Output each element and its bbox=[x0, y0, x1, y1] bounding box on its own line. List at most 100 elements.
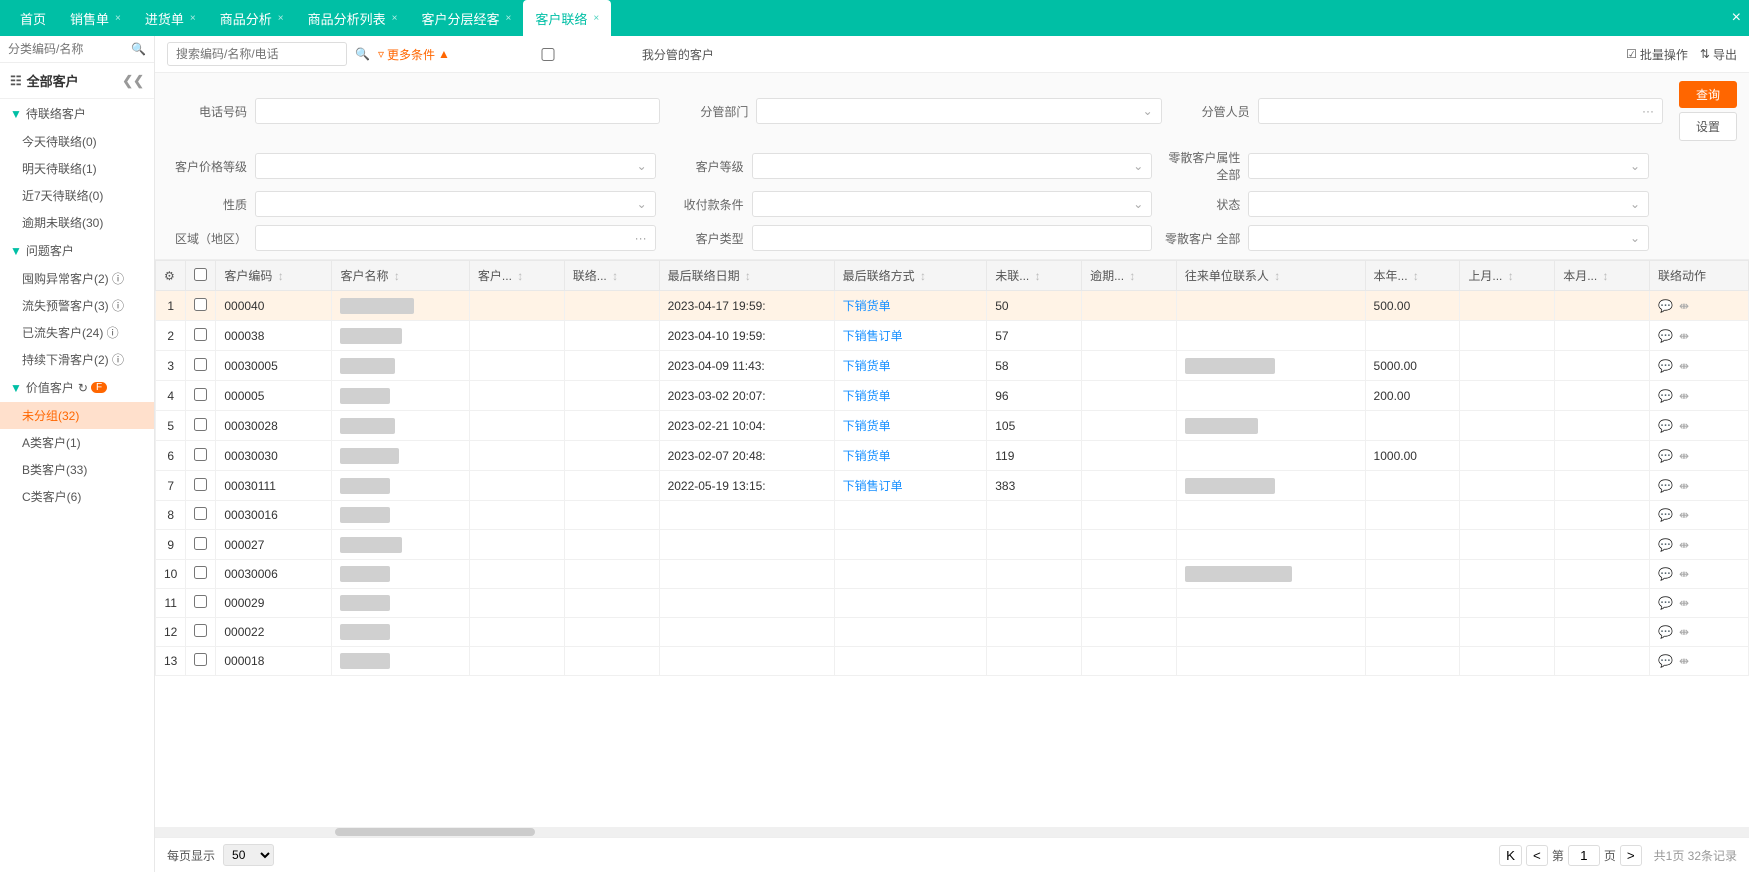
row-checkbox[interactable] bbox=[186, 381, 216, 411]
field-cust-level[interactable]: ⌄ bbox=[752, 153, 1153, 179]
row-select-checkbox[interactable] bbox=[194, 478, 207, 491]
sidebar-search-input[interactable] bbox=[8, 42, 127, 56]
row-select-checkbox[interactable] bbox=[194, 418, 207, 431]
field-phone[interactable] bbox=[255, 98, 660, 124]
next-page-button[interactable]: > bbox=[1620, 845, 1642, 866]
col-settings[interactable]: ⚙ bbox=[156, 261, 186, 291]
chat-icon[interactable]: 💬 bbox=[1658, 567, 1673, 581]
batch-operation-button[interactable]: ☑ 批量操作 bbox=[1626, 46, 1688, 63]
sidebar-all-customers[interactable]: ☷ 全部客户 ❮❮ bbox=[0, 63, 154, 99]
last-method-link[interactable]: 下销货单 bbox=[843, 449, 891, 463]
col-contact[interactable]: 联络... ↕ bbox=[564, 261, 659, 291]
grid-action-icon[interactable]: ⇼ bbox=[1679, 567, 1689, 581]
field-sparse-attr[interactable]: ⌄ bbox=[1248, 153, 1649, 179]
chat-icon[interactable]: 💬 bbox=[1658, 508, 1673, 522]
row-checkbox[interactable] bbox=[186, 618, 216, 647]
sidebar-item-tomorrow[interactable]: 明天待联络(1) bbox=[0, 155, 154, 182]
search-icon[interactable]: 🔍 bbox=[131, 42, 146, 56]
last-method-link[interactable]: 下销货单 bbox=[843, 389, 891, 403]
sidebar-item-today[interactable]: 今天待联络(0) bbox=[0, 128, 154, 155]
last-method-link[interactable]: 下销货单 bbox=[843, 359, 891, 373]
col-last-month[interactable]: 上月... ↕ bbox=[1460, 261, 1555, 291]
close-icon[interactable]: × bbox=[190, 13, 196, 24]
grid-action-icon[interactable]: ⇼ bbox=[1679, 419, 1689, 433]
row-select-checkbox[interactable] bbox=[194, 624, 207, 637]
field-nature[interactable]: ⌄ bbox=[255, 191, 656, 217]
row-checkbox[interactable] bbox=[186, 589, 216, 618]
query-button[interactable]: 查询 bbox=[1679, 81, 1737, 108]
chat-icon[interactable]: 💬 bbox=[1658, 389, 1673, 403]
field-sparse-cust[interactable]: ⌄ bbox=[1248, 225, 1649, 251]
last-method-link[interactable]: 下销售订单 bbox=[843, 479, 903, 493]
row-checkbox[interactable] bbox=[186, 441, 216, 471]
row-actions[interactable]: 💬 ⇼ bbox=[1650, 501, 1749, 530]
row-checkbox[interactable] bbox=[186, 321, 216, 351]
sidebar-item-warning[interactable]: 流失预警客户(3) ⓘ bbox=[0, 292, 154, 319]
search-button[interactable]: 🔍 bbox=[355, 47, 370, 61]
last-method-link[interactable]: 下销售订单 bbox=[843, 329, 903, 343]
select-all-checkbox[interactable] bbox=[194, 268, 207, 281]
row-select-checkbox[interactable] bbox=[194, 298, 207, 311]
row-checkbox[interactable] bbox=[186, 501, 216, 530]
last-method-link[interactable]: 下销货单 bbox=[843, 299, 891, 313]
close-icon[interactable]: × bbox=[278, 13, 284, 24]
chat-icon[interactable]: 💬 bbox=[1658, 449, 1673, 463]
chat-icon[interactable]: 💬 bbox=[1658, 359, 1673, 373]
nav-tab-customer-segment[interactable]: 客户分层经客 × bbox=[409, 0, 523, 36]
nav-home[interactable]: 首页 bbox=[8, 0, 58, 36]
grid-action-icon[interactable]: ⇼ bbox=[1679, 449, 1689, 463]
prev-page-button[interactable]: < bbox=[1526, 845, 1548, 866]
grid-action-icon[interactable]: ⇼ bbox=[1679, 508, 1689, 522]
export-button[interactable]: ⇅ 导出 bbox=[1700, 46, 1737, 63]
col-partner[interactable]: 往来单位联系人 ↕ bbox=[1176, 261, 1365, 291]
grid-action-icon[interactable]: ⇼ bbox=[1679, 299, 1689, 313]
field-region[interactable]: ··· bbox=[255, 225, 656, 251]
chat-icon[interactable]: 💬 bbox=[1658, 654, 1673, 668]
row-actions[interactable]: 💬 ⇼ bbox=[1650, 560, 1749, 589]
sidebar-group-problem[interactable]: ▼ 问题客户 bbox=[0, 236, 154, 265]
chat-icon[interactable]: 💬 bbox=[1658, 596, 1673, 610]
grid-action-icon[interactable]: ⇼ bbox=[1679, 389, 1689, 403]
close-icon[interactable]: × bbox=[392, 13, 398, 24]
search-input[interactable] bbox=[167, 42, 347, 66]
field-payment[interactable]: ⌄ bbox=[752, 191, 1153, 217]
my-customers-checkbox[interactable]: 我分管的客户 bbox=[458, 46, 714, 63]
field-status[interactable]: ⌄ bbox=[1248, 191, 1649, 217]
sidebar-group-value[interactable]: ▼ 价值客户 ↻ F bbox=[0, 373, 154, 402]
sidebar-item-class-a[interactable]: A类客户(1) bbox=[0, 429, 154, 456]
row-checkbox[interactable] bbox=[186, 471, 216, 501]
col-name[interactable]: 客户名称 ↕ bbox=[332, 261, 469, 291]
page-number-input[interactable] bbox=[1568, 845, 1600, 866]
col-not-contact[interactable]: 未联... ↕ bbox=[987, 261, 1082, 291]
row-select-checkbox[interactable] bbox=[194, 507, 207, 520]
first-page-button[interactable]: K bbox=[1499, 845, 1522, 866]
row-select-checkbox[interactable] bbox=[194, 566, 207, 579]
row-actions[interactable]: 💬 ⇼ bbox=[1650, 530, 1749, 560]
sidebar-item-class-b[interactable]: B类客户(33) bbox=[0, 456, 154, 483]
close-icon[interactable]: × bbox=[593, 13, 599, 24]
row-checkbox[interactable] bbox=[186, 291, 216, 321]
col-last-date[interactable]: 最后联络日期 ↕ bbox=[659, 261, 834, 291]
row-actions[interactable]: 💬 ⇼ bbox=[1650, 618, 1749, 647]
row-select-checkbox[interactable] bbox=[194, 595, 207, 608]
col-this-month[interactable]: 本月... ↕ bbox=[1555, 261, 1650, 291]
row-checkbox[interactable] bbox=[186, 411, 216, 441]
chat-icon[interactable]: 💬 bbox=[1658, 419, 1673, 433]
sidebar-item-lost[interactable]: 已流失客户(24) ⓘ bbox=[0, 319, 154, 346]
row-select-checkbox[interactable] bbox=[194, 358, 207, 371]
horizontal-scrollbar[interactable] bbox=[155, 827, 1749, 837]
sidebar-item-abnormal[interactable]: 囤购异常客户(2) ⓘ bbox=[0, 265, 154, 292]
row-checkbox[interactable] bbox=[186, 530, 216, 560]
row-actions[interactable]: 💬 ⇼ bbox=[1650, 471, 1749, 501]
row-actions[interactable]: 💬 ⇼ bbox=[1650, 647, 1749, 676]
col-overdue[interactable]: 逾期... ↕ bbox=[1082, 261, 1177, 291]
field-dept[interactable]: ⌄ bbox=[756, 98, 1161, 124]
row-select-checkbox[interactable] bbox=[194, 388, 207, 401]
row-actions[interactable]: 💬 ⇼ bbox=[1650, 351, 1749, 381]
row-select-checkbox[interactable] bbox=[194, 328, 207, 341]
sidebar-group-pending[interactable]: ▼ 待联络客户 bbox=[0, 99, 154, 128]
grid-action-icon[interactable]: ⇼ bbox=[1679, 625, 1689, 639]
more-conditions-button[interactable]: ▿ 更多条件 ▲ bbox=[378, 46, 450, 63]
sidebar-item-ungroup[interactable]: 未分组(32) bbox=[0, 402, 154, 429]
col-last-method[interactable]: 最后联络方式 ↕ bbox=[834, 261, 987, 291]
